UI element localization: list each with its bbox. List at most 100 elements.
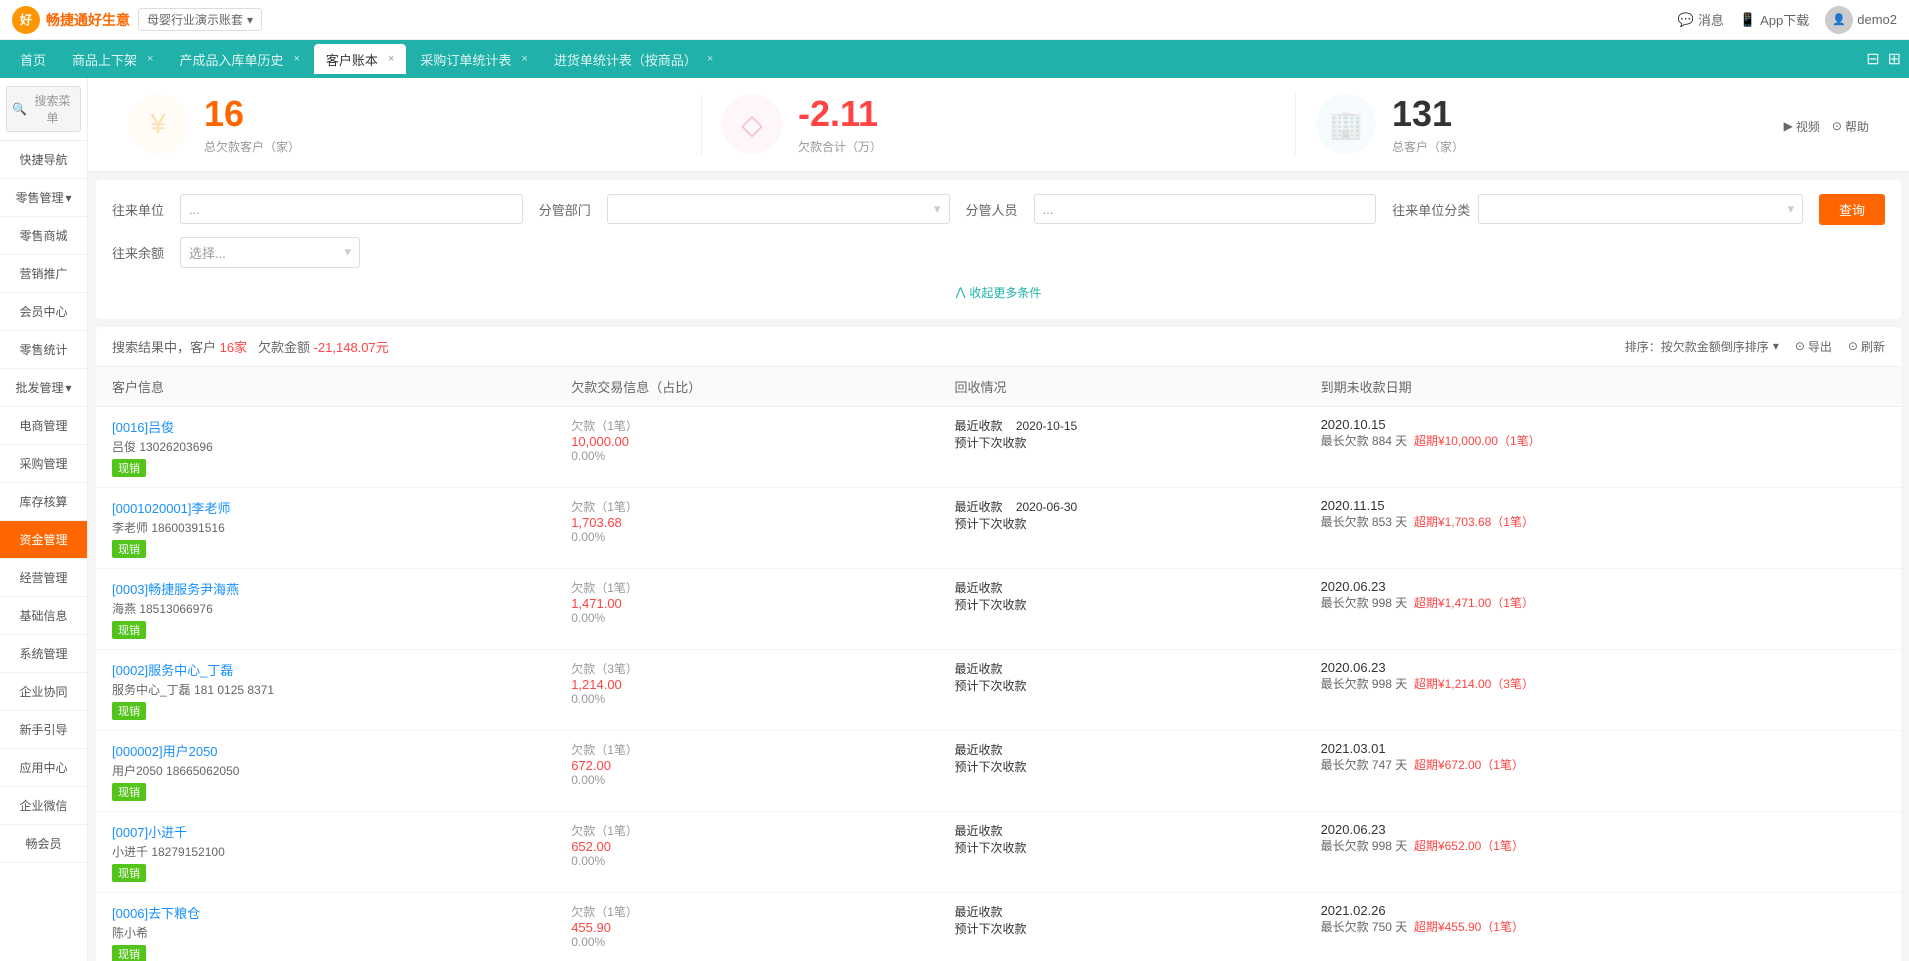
sidebar-item-retail-mgmt[interactable]: 零售管理 ▾: [0, 179, 87, 217]
cell-owing-trade: 欠款（1笔） 652.00 0.00%: [555, 811, 938, 892]
sidebar-item-new-guide[interactable]: 新手引导: [0, 711, 87, 749]
sidebar-item-retail-mall[interactable]: 零售商城: [0, 217, 87, 255]
message-button[interactable]: 💬 消息: [1678, 10, 1724, 29]
owing-amount[interactable]: 672.00: [571, 758, 922, 773]
sidebar-item-sys-mgmt[interactable]: 系统管理: [0, 635, 87, 673]
sidebar-item-retail-stats[interactable]: 零售统计: [0, 331, 87, 369]
customer-tag: 现销: [112, 702, 146, 720]
last-collect: 最近收款 2020-10-15: [954, 417, 1288, 434]
sidebar-item-vip-member[interactable]: 畅会员: [0, 825, 87, 863]
sidebar-item-enterprise-collab[interactable]: 企业协同: [0, 673, 87, 711]
overdue-amount-link[interactable]: 超期¥1,703.68（1笔）: [1414, 515, 1534, 529]
user-menu[interactable]: 👤 demo2: [1825, 6, 1897, 34]
tab-home[interactable]: 首页: [8, 44, 58, 74]
sidebar-item-capital-mgmt[interactable]: 资金管理: [0, 521, 87, 559]
maximize-icon[interactable]: ⊞: [1888, 49, 1901, 69]
sidebar-item-ops-mgmt[interactable]: 经营管理: [0, 559, 87, 597]
cell-overdue-date: 2021.02.26 最长欠款 750 天 超期¥455.90（1笔）: [1305, 892, 1901, 961]
stat-content-owing-customers: 16 总欠款客户（家）: [204, 94, 300, 155]
owing-amount[interactable]: 455.90: [571, 920, 922, 935]
balance-select[interactable]: 选择... ▾: [180, 237, 360, 268]
overdue-amount-link[interactable]: 超期¥1,214.00（3笔）: [1414, 677, 1534, 691]
sidebar-item-inventory[interactable]: 库存核算: [0, 483, 87, 521]
export-label: 导出: [1808, 338, 1832, 355]
top-bar-right: 💬 消息 📱 App下载 👤 demo2: [1678, 6, 1897, 34]
owing-percent: 0.00%: [571, 935, 922, 949]
sidebar-item-basic-info[interactable]: 基础信息: [0, 597, 87, 635]
owing-amount-value: -21,148.07元: [314, 340, 389, 355]
refresh-button[interactable]: ⊙ 刷新: [1848, 338, 1885, 355]
customer-name-link[interactable]: [0007]小进千: [112, 822, 539, 841]
stat-label-total-customers: 总客户（家）: [1392, 138, 1464, 155]
sidebar-item-ecommerce[interactable]: 电商管理: [0, 407, 87, 445]
tab-inventory-stats-label: 进货单统计表（按商品）: [554, 50, 697, 69]
table-row: [0003]畅捷服务尹海燕 海燕 18513066976 现销 欠款（1笔） 1…: [96, 568, 1901, 649]
table-row: [000002]用户2050 用户2050 18665062050 现销 欠款（…: [96, 730, 1901, 811]
customer-name-link[interactable]: [0003]畅捷服务尹海燕: [112, 579, 539, 598]
video-action[interactable]: ▶ 视频: [1784, 118, 1820, 135]
person-label: 分管人员: [966, 200, 1026, 219]
filter-collapse-button[interactable]: ⋀ 收起更多条件: [112, 280, 1885, 305]
owing-percent: 0.00%: [571, 854, 922, 868]
owing-amount[interactable]: 1,214.00: [571, 677, 922, 692]
sidebar-item-enterprise-wechat[interactable]: 企业微信: [0, 787, 87, 825]
sort-selector[interactable]: 排序：按欠款金额倒序排序 ▾: [1625, 338, 1779, 355]
customer-name-link[interactable]: [0006]去下粮仓: [112, 903, 539, 922]
tab-bar: 首页 商品上下架 × 产成品入库单历史 × 客户账本 × 采购订单统计表 × 进…: [0, 40, 1909, 78]
tab-inventory-stats[interactable]: 进货单统计表（按商品） ×: [542, 44, 725, 74]
sidebar-item-marketing[interactable]: 营销推广: [0, 255, 87, 293]
tab-products-offline[interactable]: 商品上下架 ×: [60, 44, 165, 74]
dept-select[interactable]: ▾: [607, 194, 950, 224]
overdue-date: 2020.06.23: [1321, 579, 1885, 594]
owing-amount[interactable]: 1,471.00: [571, 596, 922, 611]
sidebar-item-batch-mgmt[interactable]: 批发管理 ▾: [0, 369, 87, 407]
tab-products-offline-close[interactable]: ×: [147, 53, 153, 65]
overdue-amount-link[interactable]: 超期¥672.00（1笔）: [1414, 758, 1524, 772]
cell-customer-info: [000002]用户2050 用户2050 18665062050 现销: [96, 730, 555, 811]
sidebar-item-app-center[interactable]: 应用中心: [0, 749, 87, 787]
export-button[interactable]: ⊙ 导出: [1795, 338, 1832, 355]
overdue-amount-link[interactable]: 超期¥10,000.00（1笔）: [1414, 434, 1541, 448]
tab-customer-account[interactable]: 客户账本 ×: [314, 44, 406, 74]
overdue-amount-link[interactable]: 超期¥652.00（1笔）: [1414, 839, 1524, 853]
app-download-button[interactable]: 📱 App下载: [1740, 10, 1809, 29]
unit-class-select[interactable]: ▾: [1478, 194, 1803, 224]
customer-name-link[interactable]: [0016]吕俊: [112, 417, 539, 436]
search-button[interactable]: 查询: [1819, 194, 1885, 225]
sidebar-item-quick-nav[interactable]: 快捷导航: [0, 141, 87, 179]
owing-percent: 0.00%: [571, 773, 922, 787]
table-toolbar: 搜索结果中，客户 16家 欠款金额 -21,148.07元 排序：按欠款金额倒序…: [96, 327, 1901, 367]
owing-amount[interactable]: 652.00: [571, 839, 922, 854]
overdue-days: 最长欠款 998 天 超期¥1,471.00（1笔）: [1321, 594, 1885, 611]
from-unit-input[interactable]: ...: [180, 194, 523, 224]
person-input[interactable]: ...: [1034, 194, 1377, 224]
customer-tag: 现销: [112, 540, 146, 558]
owing-amount[interactable]: 10,000.00: [571, 434, 922, 449]
overdue-date: 2021.03.01: [1321, 741, 1885, 756]
customer-name-link[interactable]: [000002]用户2050: [112, 741, 539, 760]
overdue-date: 2020.06.23: [1321, 822, 1885, 837]
overdue-amount-link[interactable]: 超期¥455.90（1笔）: [1414, 920, 1524, 934]
customer-name-link[interactable]: [0001020001]李老师: [112, 498, 539, 517]
minimize-icon[interactable]: ⊟: [1866, 49, 1879, 69]
company-selector[interactable]: 母婴行业演示账套 ▾: [138, 8, 262, 31]
tab-products-history-close[interactable]: ×: [293, 53, 299, 65]
main-layout: 🔍 搜索菜单 快捷导航 零售管理 ▾ 零售商城 营销推广 会员中心 零售统计 批…: [0, 78, 1909, 961]
cell-customer-info: [0002]服务中心_丁磊 服务中心_丁磊 181 0125 8371 现销: [96, 649, 555, 730]
customer-tag: 现销: [112, 945, 146, 961]
sidebar-item-purchase-mgmt[interactable]: 采购管理: [0, 445, 87, 483]
tab-purchase-order-close[interactable]: ×: [521, 53, 527, 65]
tab-purchase-order[interactable]: 采购订单统计表 ×: [408, 44, 539, 74]
owing-amount[interactable]: 1,703.68: [571, 515, 922, 530]
customer-name-link[interactable]: [0002]服务中心_丁磊: [112, 660, 539, 679]
tab-products-history[interactable]: 产成品入库单历史 ×: [167, 44, 311, 74]
help-action[interactable]: ⊙ 帮助: [1832, 118, 1869, 135]
overdue-amount-link[interactable]: 超期¥1,471.00（1笔）: [1414, 596, 1534, 610]
tab-home-label: 首页: [20, 50, 46, 69]
chevron-down-icon: ▾: [934, 201, 941, 217]
tab-customer-account-close[interactable]: ×: [388, 53, 394, 65]
tab-inventory-stats-close[interactable]: ×: [707, 53, 713, 65]
overdue-days: 最长欠款 884 天 超期¥10,000.00（1笔）: [1321, 432, 1885, 449]
search-menu-button[interactable]: 🔍 搜索菜单: [6, 86, 81, 132]
sidebar-item-member-center[interactable]: 会员中心: [0, 293, 87, 331]
